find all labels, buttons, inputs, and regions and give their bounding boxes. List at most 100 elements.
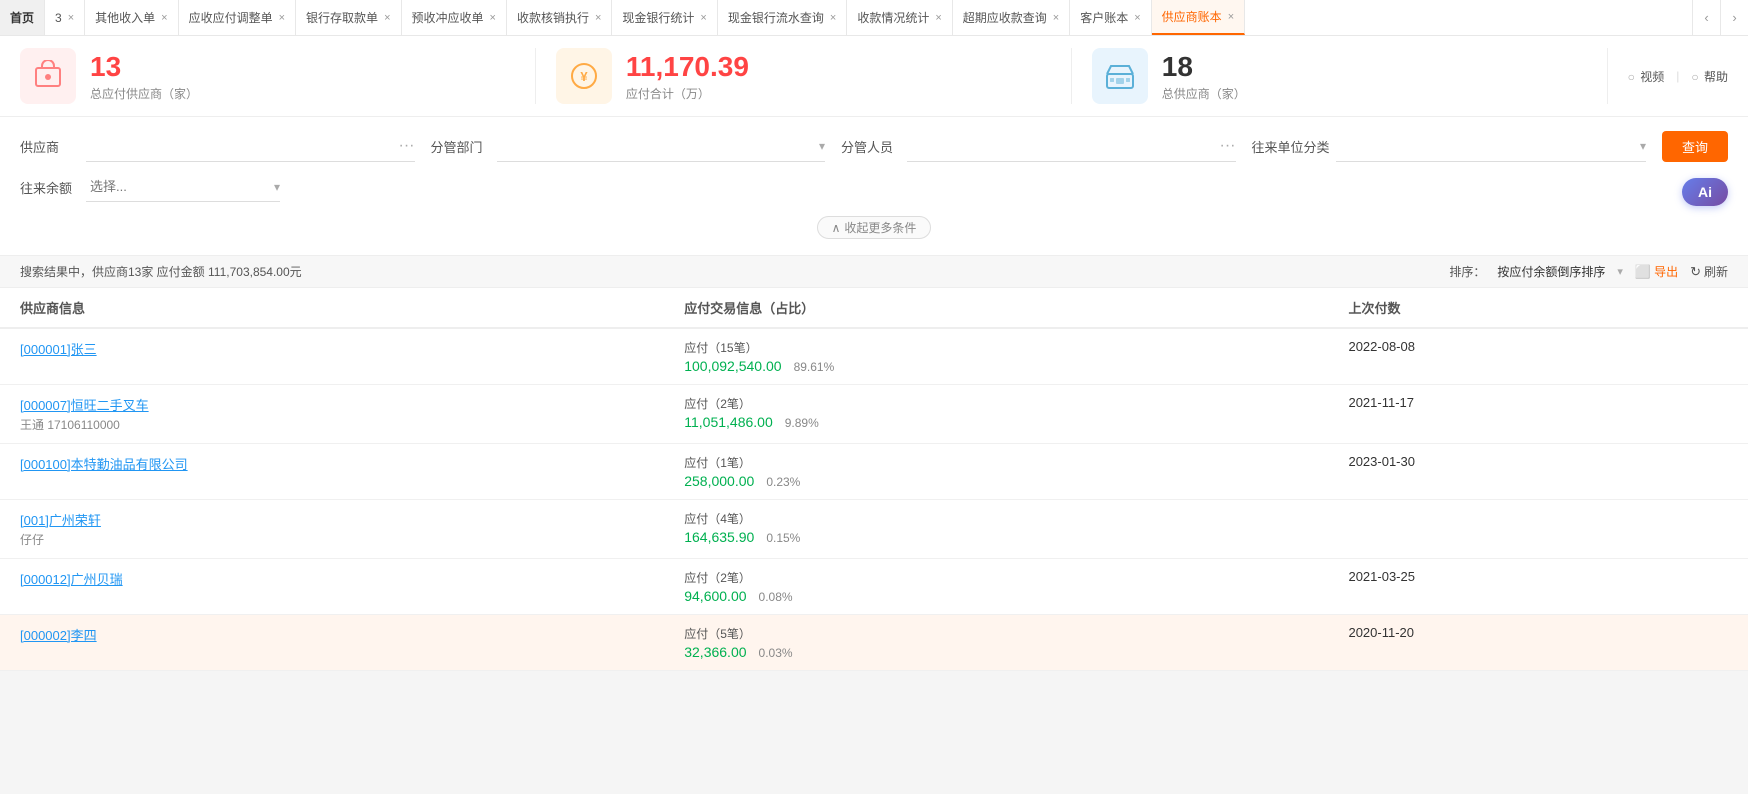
- nav-tab-advance-receipt-label: 预收冲应收单: [412, 9, 484, 26]
- supplier-input-wrapper: ···: [86, 132, 415, 162]
- nav-prev-arrow[interactable]: ‹: [1692, 0, 1720, 36]
- nav-next-arrow[interactable]: ›: [1720, 0, 1748, 36]
- nav-tab-3-close[interactable]: ×: [68, 12, 74, 24]
- payable-label: 应付（15笔）: [684, 339, 1308, 356]
- nav-tab-receipt-writeoff[interactable]: 收款核销执行 ×: [507, 0, 612, 35]
- payable-amount-link[interactable]: 100,092,540.00: [684, 358, 781, 374]
- summary-label-vendors-payable: 总应付供应商（家）: [90, 85, 198, 102]
- balance-dropdown-icon[interactable]: ▾: [274, 180, 280, 194]
- summary-item-vendors-payable: 13 总应付供应商（家）: [20, 48, 536, 104]
- balance-input[interactable]: [86, 179, 274, 194]
- nav-tab-advance-receipt-close[interactable]: ×: [490, 12, 496, 24]
- nav-tab-vendor-ledger[interactable]: 供应商账本 ×: [1152, 0, 1245, 35]
- supplier-name-link[interactable]: [000007]恒旺二手叉车: [20, 395, 644, 414]
- nav-tab-ar-ap-adjust-label: 应收应付调整单: [189, 9, 273, 26]
- summary-number-total-vendors: 18: [1162, 50, 1246, 84]
- supplier-name-link[interactable]: [000012]广州贝瑞: [20, 569, 644, 588]
- dept-input-wrapper: ▾: [497, 132, 826, 162]
- export-button[interactable]: ⬜ 导出: [1635, 263, 1678, 280]
- nav-tab-receipt-writeoff-close[interactable]: ×: [595, 12, 601, 24]
- refresh-label: 刷新: [1704, 263, 1728, 280]
- nav-tab-ar-ap-adjust-close[interactable]: ×: [279, 12, 285, 24]
- nav-tab-3[interactable]: 3 ×: [45, 0, 85, 35]
- nav-tab-overdue-ar[interactable]: 超期应收款查询 ×: [953, 0, 1070, 35]
- table-row: [000002]李四应付（5笔）32,366.000.03%2020-11-20: [0, 615, 1748, 671]
- supplier-name-link[interactable]: [000100]本特勤油品有限公司: [20, 454, 644, 473]
- help-link[interactable]: ○ 帮助: [1691, 68, 1728, 85]
- query-button[interactable]: 查询: [1662, 131, 1728, 162]
- collapse-button-label: 收起更多条件: [844, 219, 916, 236]
- export-label: 导出: [1654, 263, 1678, 280]
- payable-pct: 89.61%: [794, 360, 835, 374]
- dept-dropdown-icon[interactable]: ▾: [819, 139, 825, 153]
- ai-button[interactable]: Ai: [1682, 178, 1728, 206]
- sort-value[interactable]: 按应付余额倒序排序: [1497, 263, 1605, 280]
- nav-tab-cash-bank-stat[interactable]: 现金银行统计 ×: [612, 0, 717, 35]
- nav-tab-customer-ledger-close[interactable]: ×: [1134, 12, 1140, 24]
- video-link[interactable]: ○ 视频: [1628, 68, 1665, 85]
- payable-pct: 0.23%: [766, 475, 800, 489]
- summary-content-total-payable: 11,170.39 应付合计（万）: [626, 50, 749, 103]
- nav-tab-advance-receipt[interactable]: 预收冲应收单 ×: [402, 0, 507, 35]
- summary-item-total-payable: ¥ 11,170.39 应付合计（万）: [536, 48, 1072, 104]
- payable-label: 应付（2笔）: [684, 569, 1308, 586]
- payable-label: 应付（4笔）: [684, 510, 1308, 527]
- nav-tab-receipt-stat[interactable]: 收款情况统计 ×: [847, 0, 952, 35]
- nav-tab-bank-deposit[interactable]: 银行存取款单 ×: [296, 0, 401, 35]
- payable-amount-link[interactable]: 164,635.90: [684, 529, 754, 545]
- payable-pct: 0.03%: [759, 646, 793, 660]
- collapse-button[interactable]: ∧ 收起更多条件: [817, 216, 932, 239]
- nav-tab-cash-bank-flow-close[interactable]: ×: [830, 12, 836, 24]
- category-input[interactable]: [1336, 139, 1640, 154]
- nav-tab-receipt-writeoff-label: 收款核销执行: [517, 9, 589, 26]
- supplier-filter-label: 供应商: [20, 137, 80, 156]
- result-bar: 搜索结果中，供应商13家 应付金额 111,703,854.00元 排序： 按应…: [0, 256, 1748, 288]
- nav-tab-other-income-label: 其他收入单: [95, 9, 155, 26]
- export-icon: ⬜: [1635, 264, 1651, 280]
- filter-area: 供应商 ··· 分管部门 ▾ 分管人员 ··· 往来单位分类 ▾: [0, 117, 1748, 256]
- nav-tab-receipt-stat-close[interactable]: ×: [935, 12, 941, 24]
- nav-tab-other-income-close[interactable]: ×: [161, 12, 167, 24]
- payable-amount-link[interactable]: 258,000.00: [684, 473, 754, 489]
- last-pay-date: [1328, 500, 1748, 559]
- nav-tab-overdue-ar-close[interactable]: ×: [1053, 12, 1059, 24]
- supplier-name-link[interactable]: [000001]张三: [20, 339, 644, 358]
- sort-label: 排序：: [1449, 263, 1485, 280]
- col-header-payable: 应付交易信息（占比）: [664, 288, 1328, 328]
- nav-tab-home-label: 首页: [10, 9, 34, 26]
- supplier-dots-icon[interactable]: ···: [399, 137, 415, 155]
- person-dots-icon[interactable]: ···: [1220, 137, 1236, 155]
- summary-number-vendors-payable: 13: [90, 50, 198, 84]
- nav-tab-customer-ledger[interactable]: 客户账本 ×: [1070, 0, 1151, 35]
- supplier-name-link[interactable]: [000002]李四: [20, 625, 644, 644]
- person-input[interactable]: [907, 139, 1218, 154]
- nav-tab-bank-deposit-close[interactable]: ×: [384, 12, 390, 24]
- supplier-input[interactable]: [86, 139, 397, 154]
- sort-arrow-icon[interactable]: ▾: [1617, 265, 1623, 278]
- supplier-name-link[interactable]: [001]广州荣轩: [20, 510, 644, 529]
- collapse-arrow-icon: ∧: [832, 221, 841, 235]
- summary-bar: 13 总应付供应商（家） ¥ 11,170.39 应付合计（万）: [0, 36, 1748, 117]
- nav-tab-home[interactable]: 首页: [0, 0, 45, 35]
- refresh-button[interactable]: ↻ 刷新: [1690, 263, 1728, 280]
- summary-label-total-payable: 应付合计（万）: [626, 85, 749, 102]
- nav-tab-cash-bank-flow[interactable]: 现金银行流水查询 ×: [718, 0, 847, 35]
- nav-tab-ar-ap-adjust[interactable]: 应收应付调整单 ×: [179, 0, 296, 35]
- payable-amount-link[interactable]: 11,051,486.00: [684, 414, 773, 430]
- category-filter-label: 往来单位分类: [1252, 137, 1330, 156]
- collapse-bar: ∧ 收起更多条件: [20, 212, 1728, 247]
- payable-amount-link[interactable]: 94,600.00: [684, 588, 746, 604]
- nav-tab-other-income[interactable]: 其他收入单 ×: [85, 0, 178, 35]
- filter-row-1: 供应商 ··· 分管部门 ▾ 分管人员 ··· 往来单位分类 ▾: [20, 131, 1728, 162]
- nav-tab-cash-bank-stat-close[interactable]: ×: [700, 12, 706, 24]
- person-filter-label: 分管人员: [841, 137, 901, 156]
- result-info-text: 搜索结果中，供应商13家 应付金额 111,703,854.00元: [20, 263, 302, 280]
- summary-item-total-vendors: 18 总供应商（家）: [1072, 48, 1608, 104]
- refresh-icon: ↻: [1690, 264, 1701, 280]
- dept-input[interactable]: [497, 139, 819, 154]
- payable-amount-link[interactable]: 32,366.00: [684, 644, 746, 660]
- category-dropdown-icon[interactable]: ▾: [1640, 139, 1646, 153]
- table-row: [000012]广州贝瑞应付（2笔）94,600.000.08%2021-03-…: [0, 559, 1748, 615]
- nav-tab-vendor-ledger-close[interactable]: ×: [1228, 11, 1234, 23]
- nav-tab-customer-ledger-label: 客户账本: [1080, 9, 1128, 26]
